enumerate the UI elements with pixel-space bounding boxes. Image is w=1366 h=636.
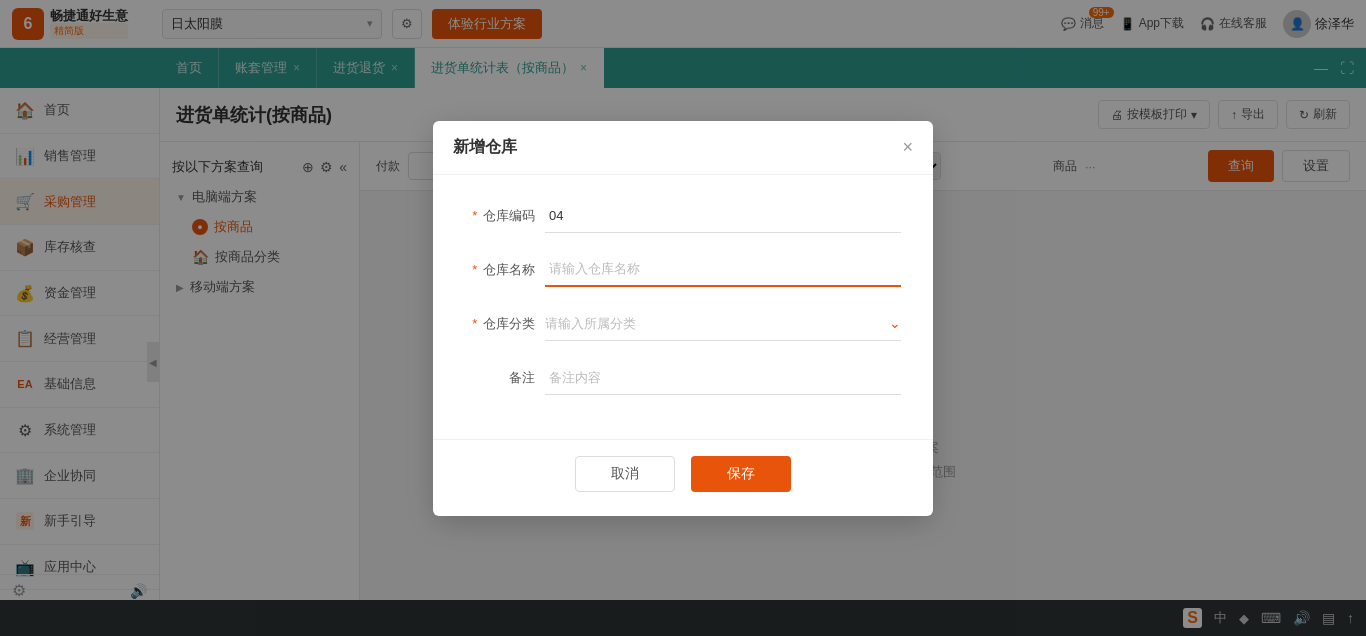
category-required: * [472, 316, 477, 331]
modal-close-button[interactable]: × [902, 138, 913, 156]
remark-label: 备注 [465, 369, 535, 387]
name-label: * 仓库名称 [465, 261, 535, 279]
category-select-row: ⌄ [545, 307, 901, 341]
form-row-code: * 仓库编码 [465, 199, 901, 233]
modal-overlay[interactable]: 新增仓库 × * 仓库编码 * 仓库名称 [0, 0, 1366, 636]
form-row-category: * 仓库分类 ⌄ [465, 307, 901, 341]
category-dropdown-arrow[interactable]: ⌄ [889, 315, 901, 331]
modal-title: 新增仓库 [453, 137, 517, 158]
cancel-button[interactable]: 取消 [575, 456, 675, 492]
category-input[interactable] [545, 316, 889, 331]
code-required: * [472, 208, 477, 223]
save-button[interactable]: 保存 [691, 456, 791, 492]
modal-header: 新增仓库 × [433, 121, 933, 175]
form-row-remark: 备注 [465, 361, 901, 395]
modal-body: * 仓库编码 * 仓库名称 * 仓库分类 [433, 175, 933, 439]
modal-footer: 取消 保存 [433, 439, 933, 516]
add-warehouse-modal: 新增仓库 × * 仓库编码 * 仓库名称 [433, 121, 933, 516]
name-required: * [472, 262, 477, 277]
category-label: * 仓库分类 [465, 315, 535, 333]
remark-input[interactable] [545, 361, 901, 395]
form-row-name: * 仓库名称 [465, 253, 901, 287]
code-input[interactable] [545, 199, 901, 233]
name-input[interactable] [545, 253, 901, 287]
code-label: * 仓库编码 [465, 207, 535, 225]
